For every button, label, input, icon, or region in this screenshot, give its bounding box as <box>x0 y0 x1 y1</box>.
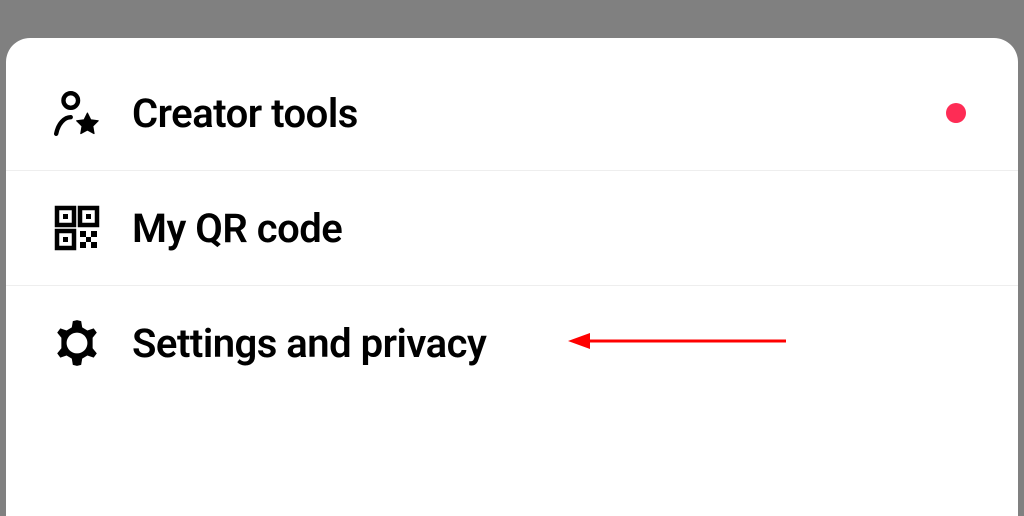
menu-item-creator-tools[interactable]: Creator tools <box>6 56 1018 170</box>
menu-item-label: Settings and privacy <box>132 320 486 367</box>
person-star-icon <box>52 88 102 138</box>
menu-item-qr-code[interactable]: My QR code <box>6 170 1018 285</box>
menu-item-label: Creator tools <box>132 90 358 137</box>
annotation-arrow-icon <box>568 329 788 357</box>
gear-icon <box>52 318 102 368</box>
menu-item-label: My QR code <box>132 205 342 252</box>
qr-code-icon <box>52 203 102 253</box>
menu-item-settings-privacy[interactable]: Settings and privacy <box>6 285 1018 400</box>
bottom-sheet-menu: Creator tools <box>6 38 1018 516</box>
notification-dot <box>946 103 966 123</box>
